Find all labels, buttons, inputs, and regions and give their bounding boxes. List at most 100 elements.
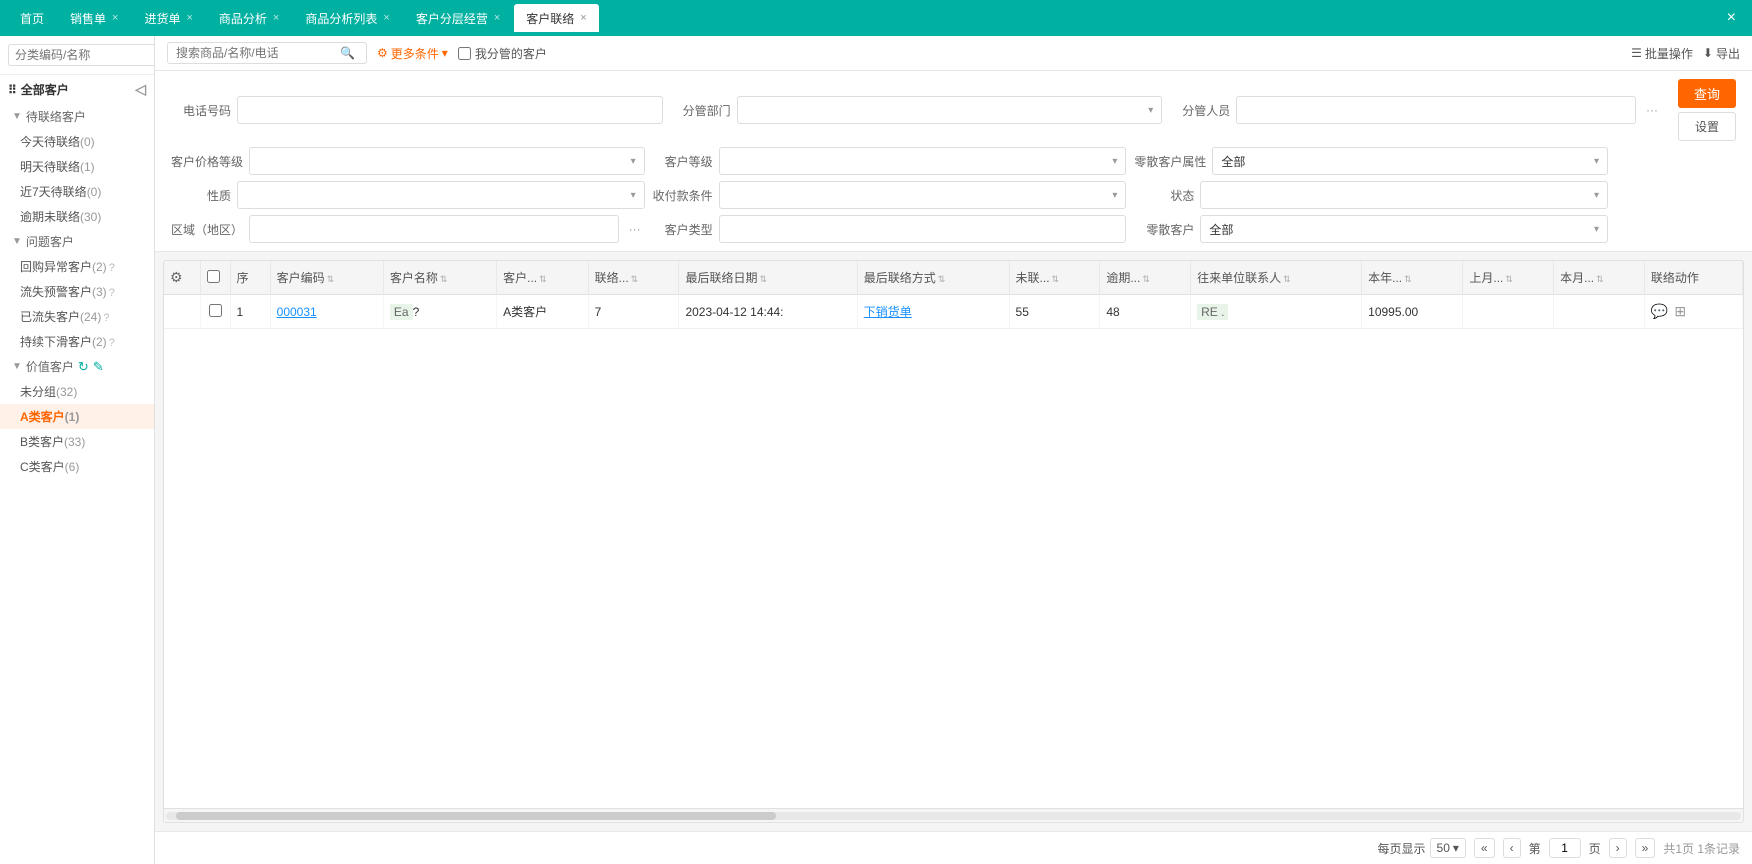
manager-more-icon[interactable]: ···	[1642, 103, 1662, 117]
tab-sales[interactable]: 销售单 ×	[58, 4, 130, 32]
sidebar-item-declining[interactable]: 持续下滑客户(2)?	[0, 329, 154, 354]
customer-type-input[interactable]	[719, 215, 1127, 243]
sidebar-item-b-class[interactable]: B类客户(33)	[0, 429, 154, 454]
tab-sales-close[interactable]: ×	[112, 12, 118, 24]
tab-home[interactable]: 首页	[8, 4, 56, 32]
col-contact-sort-icon: ⇅	[631, 274, 639, 284]
sidebar-item-declining-count: (2)	[92, 335, 107, 349]
col-code[interactable]: 客户编码⇅	[270, 261, 383, 295]
col-type[interactable]: 客户...⇅	[497, 261, 589, 295]
sidebar-item-today[interactable]: 今天待联络(0)	[0, 129, 154, 154]
next-page-button[interactable]: ›	[1609, 838, 1627, 858]
sidebar-search-bar: 🔍	[0, 36, 154, 75]
export-button[interactable]: ⬇ 导出	[1703, 45, 1740, 62]
col-uncontacted[interactable]: 未联...⇅	[1009, 261, 1100, 295]
declining-help-icon[interactable]: ?	[109, 337, 115, 349]
more-filters-button[interactable]: ⚙ 更多条件 ▾	[377, 45, 448, 62]
col-overdue[interactable]: 逾期...⇅	[1100, 261, 1191, 295]
tab-goods-analysis-close[interactable]: ×	[273, 12, 279, 24]
repurchase-help-icon[interactable]: ?	[109, 262, 115, 274]
edit-icon[interactable]: ✎	[93, 359, 104, 375]
col-contact[interactable]: 联络...⇅	[588, 261, 679, 295]
column-settings-icon[interactable]: ⚙	[170, 269, 183, 285]
tab-goods-analysis[interactable]: 商品分析 ×	[207, 4, 291, 32]
message-icon[interactable]: 💬	[1651, 303, 1668, 320]
my-customers-filter[interactable]: 我分管的客户	[458, 45, 547, 62]
page-size-box[interactable]: 50 ▾	[1430, 838, 1466, 858]
churn-warning-help-icon[interactable]: ?	[109, 287, 115, 299]
sidebar-all-customers-header[interactable]: ⠿ 全部客户 ◁	[0, 75, 154, 104]
sidebar-pending-group[interactable]: ▼ 待联络客户	[0, 104, 154, 129]
data-table-wrapper: ⚙ 序 客户编码⇅ 客户名称⇅ 客户...⇅ 联络...⇅ 最后联络日期⇅ 最后	[163, 260, 1744, 823]
col-last-method-sort-icon: ⇅	[938, 274, 946, 284]
scrollbar-thumb[interactable]	[176, 812, 776, 820]
settings-button[interactable]: 设置	[1678, 112, 1736, 141]
region-input[interactable]	[249, 215, 619, 243]
nature-select[interactable]: ▾	[237, 181, 645, 209]
retail-attr-select[interactable]: 全部 ▾	[1212, 147, 1608, 175]
customer-code-link[interactable]: 000031	[277, 305, 317, 319]
col-last-month[interactable]: 上月...⇅	[1463, 261, 1554, 295]
col-contact2[interactable]: 往来单位联系人⇅	[1191, 261, 1362, 295]
search-icon[interactable]: 🔍	[340, 46, 355, 60]
col-name[interactable]: 客户名称⇅	[383, 261, 496, 295]
sidebar-item-a-class[interactable]: A类客户(1)	[0, 404, 154, 429]
page-size-label: 每页显示	[1378, 840, 1426, 857]
tab-purchase[interactable]: 进货单 ×	[132, 4, 204, 32]
tab-goods-analysis-list-close[interactable]: ×	[383, 12, 389, 24]
payment-select[interactable]: ▾	[719, 181, 1127, 209]
sidebar-collapse-button[interactable]: ◁	[135, 81, 146, 98]
sidebar-problem-group[interactable]: ▼ 问题客户	[0, 229, 154, 254]
sidebar-item-a-count: (1)	[65, 410, 80, 424]
tab-customer-tier-close[interactable]: ×	[494, 12, 500, 24]
col-last-method[interactable]: 最后联络方式⇅	[857, 261, 1009, 295]
main-search-input[interactable]	[176, 46, 336, 60]
tab-customer-contact[interactable]: 客户联络 ×	[514, 4, 598, 32]
prev-page-button[interactable]: ‹	[1503, 838, 1521, 858]
sidebar-item-tomorrow[interactable]: 明天待联络(1)	[0, 154, 154, 179]
last-method-link[interactable]: 下销货单	[864, 305, 912, 319]
manager-input[interactable]	[1236, 96, 1636, 124]
sidebar-item-ungroups[interactable]: 未分组(32)	[0, 379, 154, 404]
sidebar-item-c-class[interactable]: C类客户(6)	[0, 454, 154, 479]
table-row: 1 000031 Ea? A类客户 7 2023-04-12 14:44:	[164, 295, 1743, 329]
page-number-input[interactable]	[1549, 838, 1581, 858]
sidebar-item-repurchase-abnormal[interactable]: 回购异常客户(2)?	[0, 254, 154, 279]
tab-customer-contact-close[interactable]: ×	[580, 12, 586, 24]
customer-tier-select[interactable]: ▾	[719, 147, 1127, 175]
top-navigation: 首页 销售单 × 进货单 × 商品分析 × 商品分析列表 × 客户分层经营 × …	[0, 0, 1752, 36]
sidebar-search-input[interactable]	[8, 44, 155, 66]
select-all-checkbox[interactable]	[207, 270, 220, 283]
window-close-button[interactable]: ×	[1719, 9, 1744, 27]
dept-select[interactable]: ▾	[737, 96, 1163, 124]
retail-customer-select[interactable]: 全部 ▾	[1200, 215, 1608, 243]
refresh-icon[interactable]: ↻	[78, 359, 89, 375]
price-tier-select[interactable]: ▾	[249, 147, 645, 175]
horizontal-scrollbar[interactable]	[164, 808, 1743, 822]
my-customers-checkbox[interactable]	[458, 47, 471, 60]
last-page-button[interactable]: »	[1635, 838, 1656, 858]
sidebar-item-churned[interactable]: 已流失客户(24)?	[0, 304, 154, 329]
sidebar-item-churn-warning[interactable]: 流失预警客户(3)?	[0, 279, 154, 304]
first-page-button[interactable]: «	[1474, 838, 1495, 858]
sidebar-item-overdue[interactable]: 逾期未联络(30)	[0, 204, 154, 229]
col-last-date[interactable]: 最后联络日期⇅	[679, 261, 857, 295]
row-code[interactable]: 000031	[270, 295, 383, 329]
query-button[interactable]: 查询	[1678, 79, 1736, 108]
bulk-ops-button[interactable]: ☰ 批量操作	[1631, 45, 1693, 62]
col-this-year[interactable]: 本年...⇅	[1362, 261, 1463, 295]
tab-goods-analysis-list[interactable]: 商品分析列表 ×	[293, 4, 401, 32]
phone-input[interactable]	[237, 96, 663, 124]
tab-purchase-close[interactable]: ×	[186, 12, 192, 24]
sidebar-value-group[interactable]: ▼ 价值客户 ↻ ✎	[0, 354, 154, 379]
row-index: 1	[230, 295, 270, 329]
col-this-month[interactable]: 本月...⇅	[1554, 261, 1645, 295]
table-scroll-area[interactable]: ⚙ 序 客户编码⇅ 客户名称⇅ 客户...⇅ 联络...⇅ 最后联络日期⇅ 最后	[164, 261, 1743, 808]
churned-help-icon[interactable]: ?	[103, 312, 109, 324]
grid-action-icon[interactable]: ⊞	[1674, 303, 1686, 320]
row-checkbox[interactable]	[209, 304, 222, 317]
status-select[interactable]: ▾	[1200, 181, 1608, 209]
region-more-icon[interactable]: ···	[625, 222, 645, 236]
tab-customer-tier[interactable]: 客户分层经营 ×	[404, 4, 512, 32]
sidebar-item-7days[interactable]: 近7天待联络(0)	[0, 179, 154, 204]
